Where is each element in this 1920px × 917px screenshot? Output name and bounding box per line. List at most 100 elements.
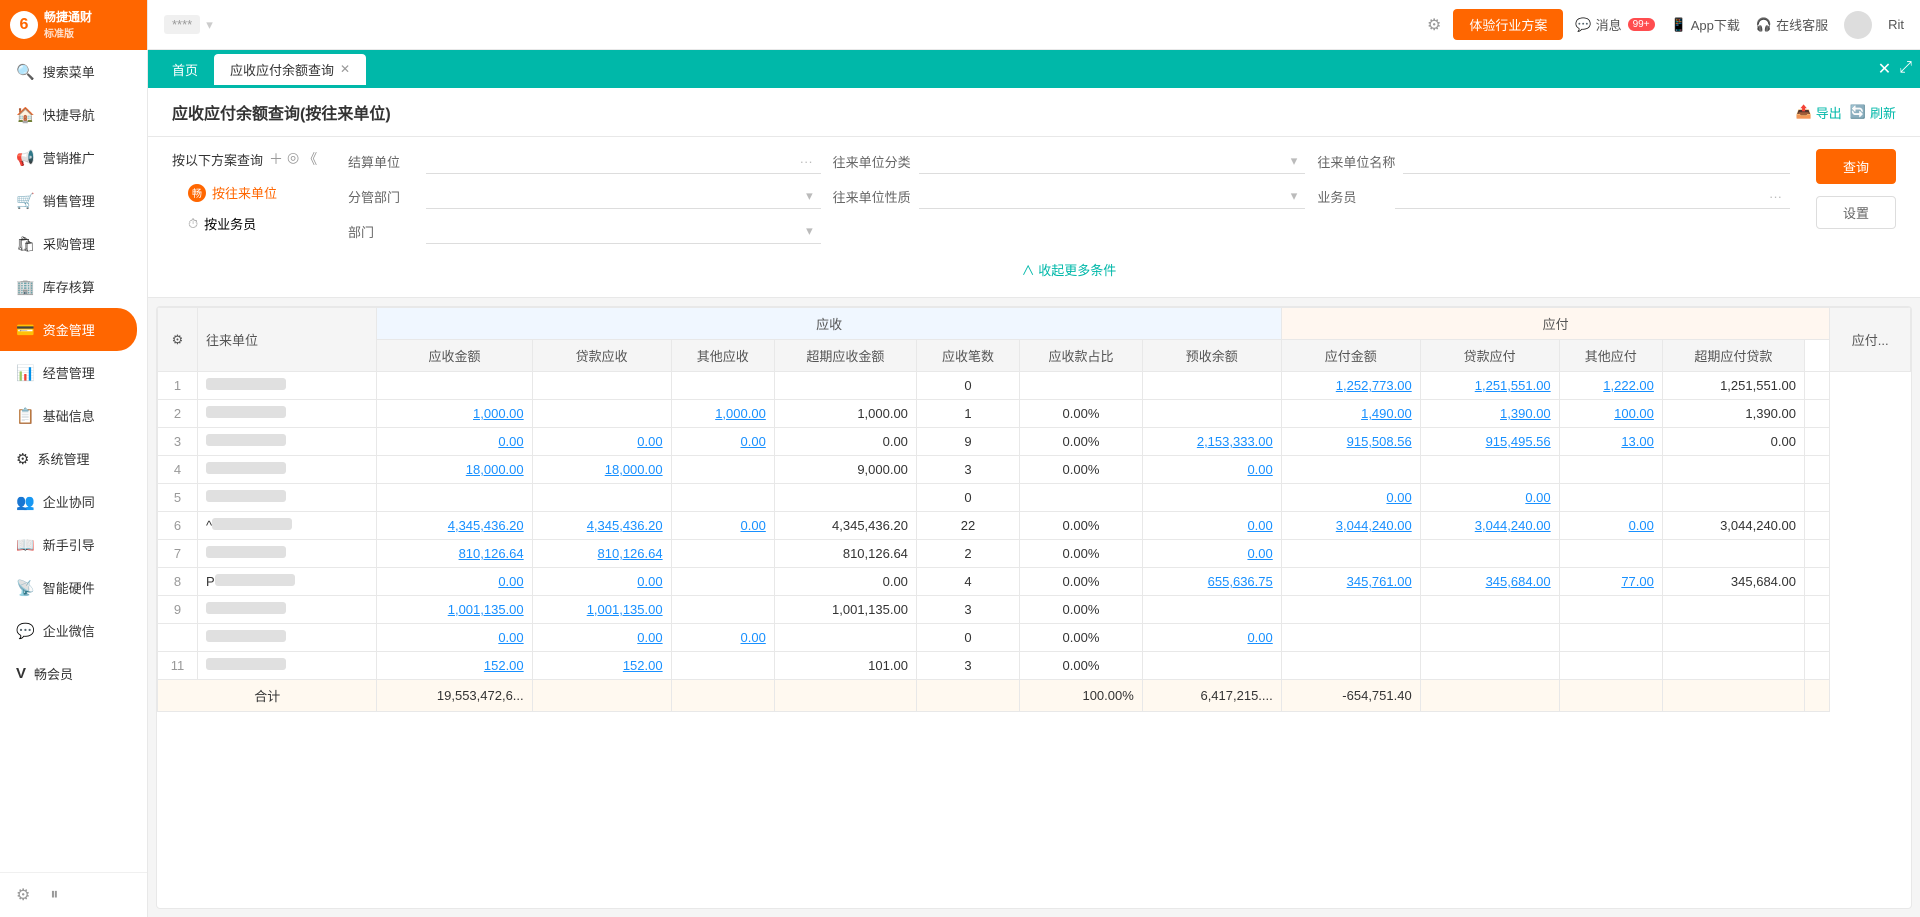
chevron-down-icon4: ▾ bbox=[806, 223, 813, 239]
table-row: 30.000.000.000.0090.00%2,153,333.00915,5… bbox=[158, 428, 1911, 456]
data-table: ⚙ 往来单位 应收 应付 应付... 应收金额 贷款应收 其他应收 超期应收金额… bbox=[157, 307, 1911, 712]
col-receivable-amount: 应收金额 bbox=[377, 340, 532, 372]
col-group-payable: 应付 bbox=[1281, 308, 1830, 340]
page-title-row: 应收应付余额查询(按往来单位) 📤 导出 🔄 刷新 bbox=[172, 100, 1896, 124]
sidebar-item-guide[interactable]: 📖 新手引导 bbox=[0, 523, 147, 566]
notification-badge: 99+ bbox=[1628, 18, 1655, 31]
partner-option-icon: 畅 bbox=[188, 184, 206, 202]
tab-close-window-icon[interactable]: ✕ bbox=[1878, 59, 1891, 79]
sidebar-item-hardware[interactable]: 📡 智能硬件 bbox=[0, 566, 147, 609]
refresh-icon: 🔄 bbox=[1850, 104, 1866, 120]
tab-home[interactable]: 首页 bbox=[156, 54, 214, 85]
system-icon: ⚙ bbox=[16, 450, 29, 468]
add-scheme-icon[interactable]: ＋ bbox=[269, 149, 283, 169]
col-settings[interactable]: ⚙ bbox=[158, 308, 198, 372]
guide-icon: 📖 bbox=[16, 536, 35, 554]
settlement-unit-select[interactable]: ··· bbox=[426, 150, 821, 174]
notification-item[interactable]: 💬 消息 99+ bbox=[1575, 15, 1654, 34]
filter-partner-name: 往来单位名称 bbox=[1317, 150, 1790, 174]
topbar: **** ▾ ⚙ 体验行业方案 💬 消息 99+ 📱 App下载 🎧 在线客服 … bbox=[148, 0, 1920, 50]
search-icon: 🔍 bbox=[16, 63, 35, 81]
sidebar-item-enterprise[interactable]: 👥 企业协同 bbox=[0, 480, 147, 523]
division-dept-select[interactable]: ▾ bbox=[426, 184, 821, 209]
sidebar-item-fund[interactable]: 💳 资金管理 bbox=[0, 308, 137, 351]
sidebar-item-search[interactable]: 🔍 搜索菜单 bbox=[0, 50, 147, 93]
avatar[interactable] bbox=[1844, 11, 1872, 39]
edit-scheme-icon[interactable]: ◎ bbox=[287, 149, 299, 169]
filter-buttons: 查询 设置 bbox=[1806, 149, 1896, 285]
dept-select[interactable]: ▾ bbox=[426, 219, 821, 244]
collapse-icon[interactable]: ⏸ bbox=[50, 886, 58, 904]
filter-salesperson: 业务员 ··· bbox=[1317, 185, 1790, 209]
partner-name-input[interactable] bbox=[1403, 150, 1790, 174]
filter-division-dept: 分管部门 ▾ bbox=[348, 184, 821, 209]
sidebar-item-nav[interactable]: 🏠 快捷导航 bbox=[0, 93, 147, 136]
query-button[interactable]: 查询 bbox=[1816, 149, 1896, 184]
col-group-receivable: 应收 bbox=[377, 308, 1281, 340]
settings-icon[interactable]: ⚙ bbox=[16, 885, 30, 905]
fund-icon: 💳 bbox=[16, 321, 35, 339]
page-header: 应收应付余额查询(按往来单位) 📤 导出 🔄 刷新 bbox=[148, 88, 1920, 137]
total-label: 合计 bbox=[158, 680, 377, 712]
refresh-button[interactable]: 🔄 刷新 bbox=[1850, 103, 1896, 122]
chevron-down-icon3: ▾ bbox=[1291, 188, 1298, 204]
col-loan-payable: 贷款应付 bbox=[1420, 340, 1559, 372]
chevron-down-icon: ▾ bbox=[206, 17, 213, 33]
sidebar-item-marketing[interactable]: 📢 营销推广 bbox=[0, 136, 147, 179]
col-partner: 往来单位 bbox=[198, 308, 377, 372]
col-other-payable: 其他应付 bbox=[1559, 340, 1662, 372]
filter-scheme-header: 按以下方案查询 ＋ ◎ 《 bbox=[172, 149, 332, 169]
sidebar-item-management[interactable]: 📊 经营管理 bbox=[0, 351, 147, 394]
tab-balance-query[interactable]: 应收应付余额查询 ✕ bbox=[214, 54, 366, 85]
export-button[interactable]: 📤 导出 bbox=[1796, 103, 1842, 122]
hardware-icon: 📡 bbox=[16, 579, 35, 597]
chevron-left-icon[interactable]: 《 bbox=[303, 149, 317, 169]
scheme-option-partner[interactable]: 畅 按往来单位 bbox=[180, 179, 332, 206]
table-row: 91,001,135.001,001,135.001,001,135.0030.… bbox=[158, 596, 1911, 624]
home-icon: 🏠 bbox=[16, 106, 35, 124]
dots-icon2: ··· bbox=[1769, 189, 1782, 204]
tab-home-label: 首页 bbox=[172, 60, 198, 79]
salesperson-option-icon: ⏱ bbox=[188, 216, 198, 232]
tab-close-icon[interactable]: ✕ bbox=[340, 62, 350, 76]
app-download-item[interactable]: 📱 App下载 bbox=[1671, 15, 1740, 34]
member-icon: V bbox=[16, 665, 26, 682]
total-row: 合计 19,553,472,6... 100.00% 6,417,215....… bbox=[158, 680, 1911, 712]
online-service-item[interactable]: 🎧 在线客服 bbox=[1756, 15, 1828, 34]
setting-button[interactable]: 设置 bbox=[1816, 196, 1896, 229]
sidebar-item-wechat[interactable]: 💬 企业微信 bbox=[0, 609, 147, 652]
col-loan-receivable: 贷款应收 bbox=[532, 340, 671, 372]
tab-expand-icon[interactable]: ⤢ bbox=[1899, 59, 1912, 79]
sidebar-item-purchase[interactable]: 🛍 采购管理 bbox=[0, 222, 147, 265]
salesperson-select[interactable]: ··· bbox=[1395, 185, 1790, 209]
table-row: 21,000.001,000.001,000.0010.00%1,490.001… bbox=[158, 400, 1911, 428]
filter-fields: 结算单位 ··· 往来单位分类 ▾ bbox=[348, 149, 1790, 285]
purchase-icon: 🛍 bbox=[16, 235, 35, 253]
topbar-settings-icon[interactable]: ⚙ bbox=[1427, 15, 1441, 35]
sidebar-item-member[interactable]: V 畅会员 bbox=[0, 652, 147, 695]
filter-area: 按以下方案查询 ＋ ◎ 《 畅 按往来单位 ⏱ bbox=[148, 137, 1920, 298]
table-row: 8P0.000.000.0040.00%655,636.75345,761.00… bbox=[158, 568, 1911, 596]
partner-category-select[interactable]: ▾ bbox=[919, 149, 1306, 174]
breadcrumb: **** ▾ bbox=[164, 15, 1415, 34]
sidebar-item-system[interactable]: ⚙ 系统管理 bbox=[0, 437, 147, 480]
app-icon: 📱 bbox=[1671, 17, 1687, 33]
sidebar-item-basic[interactable]: 📋 基础信息 bbox=[0, 394, 147, 437]
sidebar: 6 畅捷通财 标准版 🔍 搜索菜单 🏠 快捷导航 📢 营销推广 🛒 销售管理 🛍… bbox=[0, 0, 148, 917]
marketing-icon: 📢 bbox=[16, 149, 35, 167]
scheme-option-salesperson[interactable]: ⏱ 按业务员 bbox=[180, 210, 332, 237]
sidebar-bottom: ⚙ ⏸ bbox=[0, 872, 147, 917]
partner-nature-select[interactable]: ▾ bbox=[919, 184, 1306, 209]
wechat-icon: 💬 bbox=[16, 622, 35, 640]
total-advance-balance: 6,417,215.... bbox=[1142, 680, 1281, 712]
sidebar-item-sales[interactable]: 🛒 销售管理 bbox=[0, 179, 147, 222]
sidebar-item-inventory[interactable]: 🏢 库存核算 bbox=[0, 265, 147, 308]
col-receivable-count: 应收笔数 bbox=[916, 340, 1019, 372]
page-actions: 📤 导出 🔄 刷新 bbox=[1796, 103, 1896, 122]
promo-button[interactable]: 体验行业方案 bbox=[1453, 9, 1563, 40]
table-row: 418,000.0018,000.009,000.0030.00%0.00 bbox=[158, 456, 1911, 484]
collapse-more-btn[interactable]: ∧ 收起更多条件 bbox=[348, 254, 1790, 285]
filter-scheme: 按以下方案查询 ＋ ◎ 《 畅 按往来单位 ⏱ bbox=[172, 149, 332, 285]
dots-icon: ··· bbox=[800, 154, 813, 169]
filter-grid-row2: 分管部门 ▾ 往来单位性质 ▾ bbox=[348, 184, 1790, 209]
